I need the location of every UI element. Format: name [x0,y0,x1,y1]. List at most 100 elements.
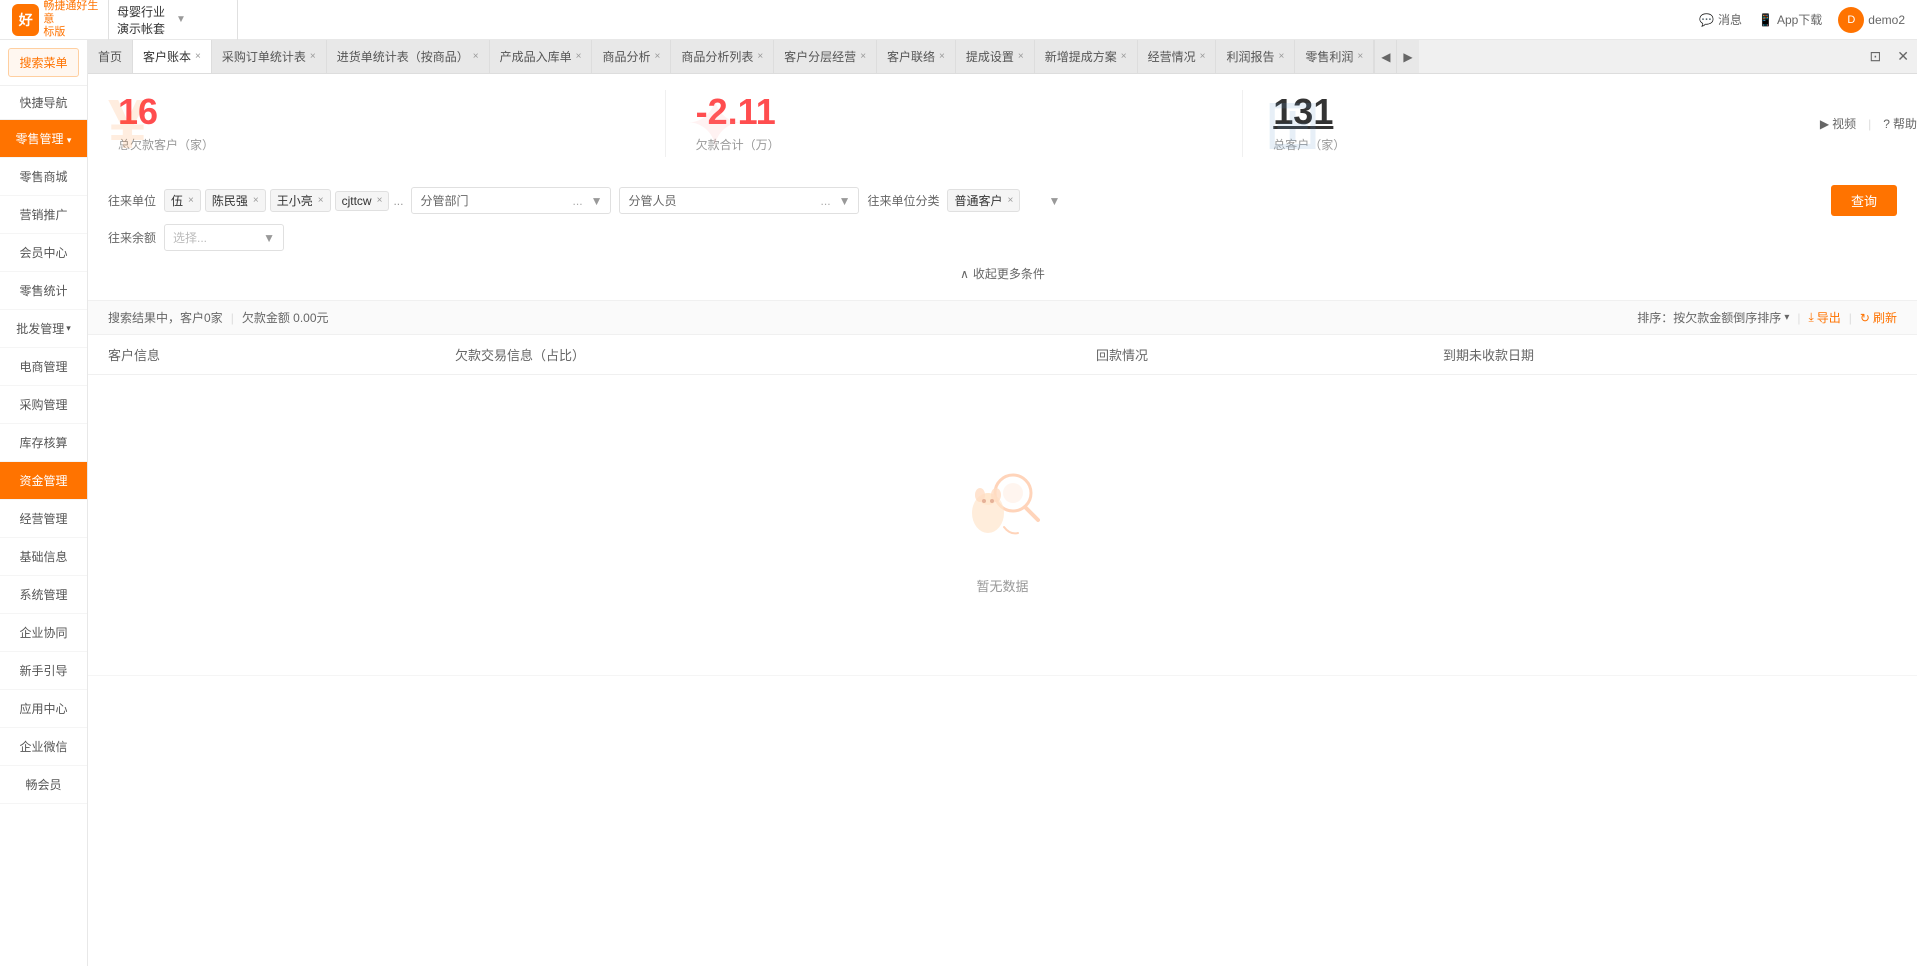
sidebar-item-label: 库存核算 [19,436,67,450]
total-debt-customers-label: 总欠款客户（家） [118,136,635,153]
result-bar: 搜索结果中，客户0家 | 欠款金额 0.00元 排序：按欠款金额倒序排序 ▾ |… [88,301,1917,335]
sidebar-item-system[interactable]: 系统管理 [0,576,87,614]
help-button[interactable]: ? 帮助 [1883,115,1917,132]
tab-close-icon[interactable]: × [1357,51,1363,62]
tab-goods-analysis-list[interactable]: 商品分析列表 × [671,40,774,74]
message-icon: 💬 [1699,13,1714,27]
tab-purchase-stats[interactable]: 采购订单统计表 × [212,40,327,74]
tab-nav-next[interactable]: ▶ [1396,40,1418,74]
sidebar-item-label: 企业微信 [19,740,67,754]
sidebar-item-label: 新手引导 [19,664,67,678]
store-selector[interactable]: 母婴行业演示帐套 ▼ [108,0,238,42]
total-customers-label: 总客户（家） [1273,136,1790,153]
sidebar-item-wholesale[interactable]: 批发管理 ▾ [0,310,87,348]
dept-filter-select[interactable]: 分管部门 ... ▼ [411,187,611,214]
filter-tag-close-3[interactable]: × [318,195,324,206]
app-download-button[interactable]: 📱 App下载 [1758,11,1822,28]
logo-icon: 好 [12,4,39,36]
sidebar-item-enterprise-wechat[interactable]: 企业微信 [0,728,87,766]
empty-state: 暂无数据 [88,375,1917,675]
tab-close-icon[interactable]: × [1200,51,1206,62]
tab-operations[interactable]: 经营情况 × [1138,40,1217,74]
sidebar-item-label: 系统管理 [19,588,67,602]
total-debt-amount-label: 欠款合计（万） [696,136,1213,153]
tab-home[interactable]: 首页 [88,40,133,74]
tab-close-icon[interactable]: × [195,51,201,62]
sidebar-item-marketing[interactable]: 营销推广 [0,196,87,234]
filter-tag-close-2[interactable]: × [253,195,259,206]
summary-card-amount: ✦ -2.11 欠款合计（万） [666,74,1243,173]
tab-customer-contact[interactable]: 客户联络 × [877,40,956,74]
tab-label: 进货单统计表（按商品） [337,48,469,65]
tab-profit-report[interactable]: 利润报告 × [1216,40,1295,74]
tab-bar: 首页 客户账本 × 采购订单统计表 × 进货单统计表（按商品） × 产成品入库单… [88,40,1917,74]
content-area: 首页 客户账本 × 采购订单统计表 × 进货单统计表（按商品） × 产成品入库单… [88,40,1917,966]
total-customers-value[interactable]: 131 [1273,94,1790,130]
tab-commission-settings[interactable]: 提成设置 × [956,40,1035,74]
messages-button[interactable]: 💬 消息 [1699,11,1742,28]
store-dropdown-icon: ▼ [176,14,229,25]
tab-close-icon[interactable]: × [473,51,479,62]
tab-customer-layer[interactable]: 客户分层经营 × [774,40,877,74]
tab-close-icon[interactable]: × [310,51,316,62]
tab-close-icon[interactable]: × [1018,51,1024,62]
tab-close-icon[interactable]: × [757,51,763,62]
user-menu[interactable]: D demo2 [1838,7,1905,33]
tab-close-icon[interactable]: × [1278,51,1284,62]
sidebar-item-retail-mall[interactable]: 零售商城 [0,158,87,196]
window-restore-button[interactable]: ⊡ [1862,40,1890,74]
balance-dropdown-icon: ▼ [263,231,275,245]
sidebar-item-retail-stats[interactable]: 零售统计 [0,272,87,310]
balance-placeholder: 选择... [173,229,207,246]
search-menu-button[interactable]: 搜索菜单 [8,48,79,77]
tab-close-icon[interactable]: × [576,51,582,62]
tab-retail-profit[interactable]: 零售利润 × [1295,40,1374,74]
collapse-filter-button[interactable]: ∧ 收起更多条件 [108,259,1897,288]
tab-label: 首页 [98,48,122,65]
sidebar-item-member-plus[interactable]: 畅会员 [0,766,87,804]
window-close-button[interactable]: ✕ [1889,40,1917,74]
sidebar-item-finance[interactable]: 资金管理 [0,462,87,500]
filter-tag-close-classify-1[interactable]: × [1007,195,1013,206]
sort-select[interactable]: 排序：按欠款金额倒序排序 ▾ [1637,309,1789,326]
sidebar-item-newbie[interactable]: 新手引导 [0,652,87,690]
video-icon: ▶ [1820,117,1829,131]
tab-goods-analysis[interactable]: 商品分析 × [592,40,671,74]
sidebar-item-inventory[interactable]: 库存核算 [0,424,87,462]
sidebar-item-purchase[interactable]: 采购管理 [0,386,87,424]
tab-customer-book[interactable]: 客户账本 × [133,40,212,74]
filter-tag-close-1[interactable]: × [188,195,194,206]
classify-dropdown[interactable]: ▼ [1024,192,1064,210]
tab-goods-stats[interactable]: 进货单统计表（按商品） × [327,40,490,74]
export-button[interactable]: ⤓ 导出 [1808,309,1840,326]
sidebar-item-operations[interactable]: 经营管理 [0,500,87,538]
sidebar: 搜索菜单 快捷导航 零售管理 ▾ 零售商城 营销推广 会员中心 零售统计 批发管… [0,40,88,966]
tab-close-icon[interactable]: × [939,51,945,62]
tab-production[interactable]: 产成品入库单 × [490,40,593,74]
balance-filter-select[interactable]: 选择... ▼ [164,224,284,251]
sidebar-item-retail-mgmt[interactable]: 零售管理 ▾ [0,120,87,158]
sidebar-item-ecommerce[interactable]: 电商管理 [0,348,87,386]
classify-filter-label: 往来单位分类 [867,192,939,209]
filter-tag-unit-3: 王小亮 × [270,189,331,212]
sidebar-item-label: 零售统计 [19,284,67,298]
tab-close-icon[interactable]: × [1121,51,1127,62]
quick-nav-button[interactable]: 快捷导航 [0,86,87,120]
filter-more-units[interactable]: ... [393,194,403,208]
query-button[interactable]: 查询 [1831,185,1897,216]
col-customer-info: 客户信息 [88,335,435,375]
video-help-button[interactable]: ▶ 视频 [1820,115,1856,132]
tab-add-commission[interactable]: 新增提成方案 × [1035,40,1138,74]
sidebar-item-cooperation[interactable]: 企业协同 [0,614,87,652]
tab-nav-prev[interactable]: ◀ [1374,40,1396,74]
tab-close-icon[interactable]: × [654,51,660,62]
sidebar-item-basic-info[interactable]: 基础信息 [0,538,87,576]
person-filter-select[interactable]: 分管人员 ... ▼ [619,187,859,214]
filter-tag-close-4[interactable]: × [377,195,383,206]
refresh-button[interactable]: ↻ 刷新 [1860,309,1897,326]
sidebar-item-app-center[interactable]: 应用中心 [0,690,87,728]
help-divider: | [1868,117,1871,131]
tab-label: 利润报告 [1226,48,1274,65]
sidebar-item-member[interactable]: 会员中心 [0,234,87,272]
tab-close-icon[interactable]: × [860,51,866,62]
